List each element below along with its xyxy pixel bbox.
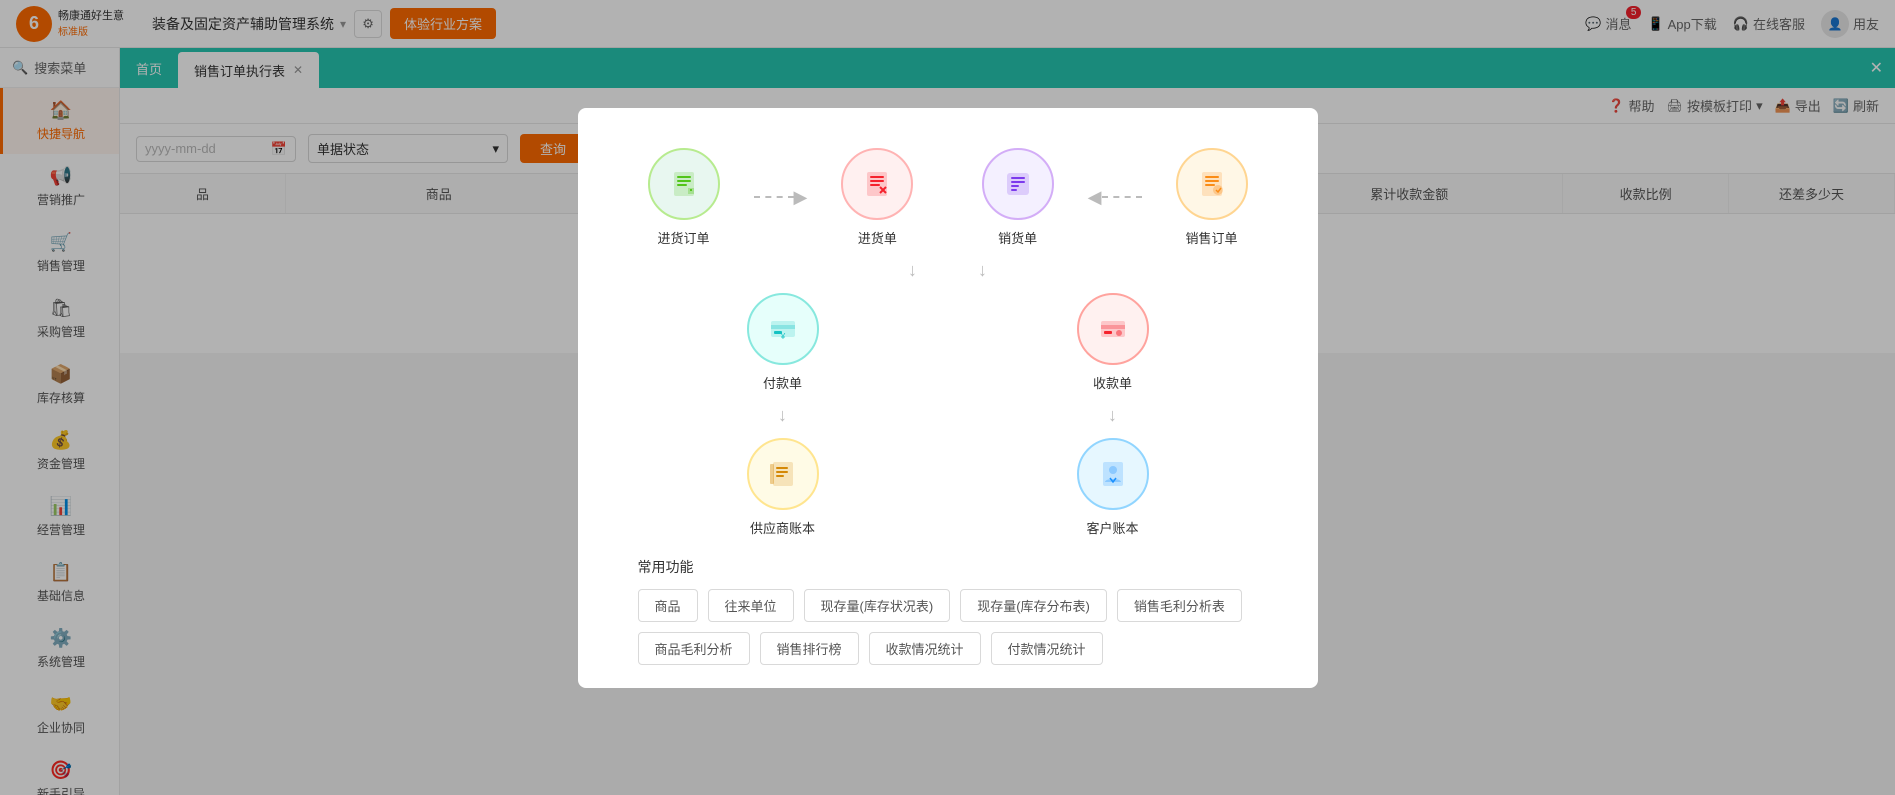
supplier-ledger-label: 供应商账本 [750,518,815,537]
receipt-bill-icon [1077,293,1149,365]
flow-row-2: ¥ 付款单 [618,283,1278,402]
flow-row-arrows-2: ↓ ↓ [618,402,1278,428]
flow-item-supplier-ledger[interactable]: 供应商账本 [747,438,819,537]
common-btn-payment-stats[interactable]: 付款情况统计 [991,632,1103,665]
flow-row-1: 进货订单 ▶ [618,138,1278,257]
flow-item-purchase-order[interactable]: 进货订单 [648,148,720,247]
customer-ledger-label: 客户账本 [1086,518,1138,537]
flow-diagram: 进货订单 ▶ [618,138,1278,547]
purchase-order-icon [648,148,720,220]
flow-item-customer-ledger[interactable]: 客户账本 [1077,438,1149,537]
common-btn-sales-gross[interactable]: 销售毛利分析表 [1117,589,1242,622]
down-arrow-purchase-icon: ↓ [908,261,917,279]
sales-order-label: 销售订单 [1185,228,1237,247]
modal-content: 进货订单 ▶ [578,108,1318,688]
modal-overlay[interactable]: 进货订单 ▶ [0,0,1895,795]
sales-bill-label: 销货单 [998,228,1037,247]
down-arrow-receipt: ↓ [1108,402,1117,428]
purchase-order-label: 进货订单 [657,228,709,247]
common-btn-contact[interactable]: 往来单位 [708,589,794,622]
flow-row-arrows: ↓ ↓ [618,257,1278,283]
down-arrow-sales-icon: ↓ [978,261,987,279]
flow-item-payment-bill[interactable]: ¥ 付款单 [747,293,819,392]
receipt-bill-label: 收款单 [1093,373,1132,392]
flow-item-sales-bill[interactable]: 销货单 [982,148,1054,247]
quick-nav-modal: 进货订单 ▶ [578,108,1318,688]
sales-order-icon [1176,148,1248,220]
common-btn-product[interactable]: 商品 [638,589,698,622]
svg-text:¥: ¥ [779,332,785,341]
payment-bill-icon: ¥ [747,293,819,365]
payment-bill-label: 付款单 [763,373,802,392]
arrow-purchase-to-bill: ▶ [754,187,808,208]
common-title: 常用功能 [638,557,1258,577]
flow-item-sales-order[interactable]: 销售订单 [1176,148,1248,247]
down-arrow-payment-icon: ↓ [778,406,787,424]
down-arrow-receipt-icon: ↓ [1108,406,1117,424]
down-arrow-sales: ↓ [978,257,987,283]
common-btn-receipt-stats[interactable]: 收款情况统计 [869,632,981,665]
common-btn-stock-dist[interactable]: 现存量(库存分布表) [960,589,1107,622]
common-btn-sales-rank[interactable]: 销售排行榜 [760,632,859,665]
arrow-sales-order-to-bill: ◀ [1088,187,1142,208]
common-section: 常用功能 商品 往来单位 现存量(库存状况表) 现存量(库存分布表) 销售毛利分… [618,547,1278,685]
flow-row-3: 供应商账本 客户账本 [618,428,1278,547]
common-btn-product-gross[interactable]: 商品毛利分析 [638,632,750,665]
common-buttons: 商品 往来单位 现存量(库存状况表) 现存量(库存分布表) 销售毛利分析表 商品… [638,589,1258,665]
common-btn-stock-status[interactable]: 现存量(库存状况表) [804,589,951,622]
sales-bill-icon [982,148,1054,220]
supplier-ledger-icon [747,438,819,510]
flow-item-purchase-bill[interactable]: 进货单 [841,148,913,247]
purchase-bill-icon [841,148,913,220]
down-arrow-purchase: ↓ [908,257,917,283]
down-arrow-payment: ↓ [778,402,787,428]
customer-ledger-icon [1077,438,1149,510]
purchase-bill-label: 进货单 [858,228,897,247]
flow-item-receipt-bill[interactable]: 收款单 [1077,293,1149,392]
